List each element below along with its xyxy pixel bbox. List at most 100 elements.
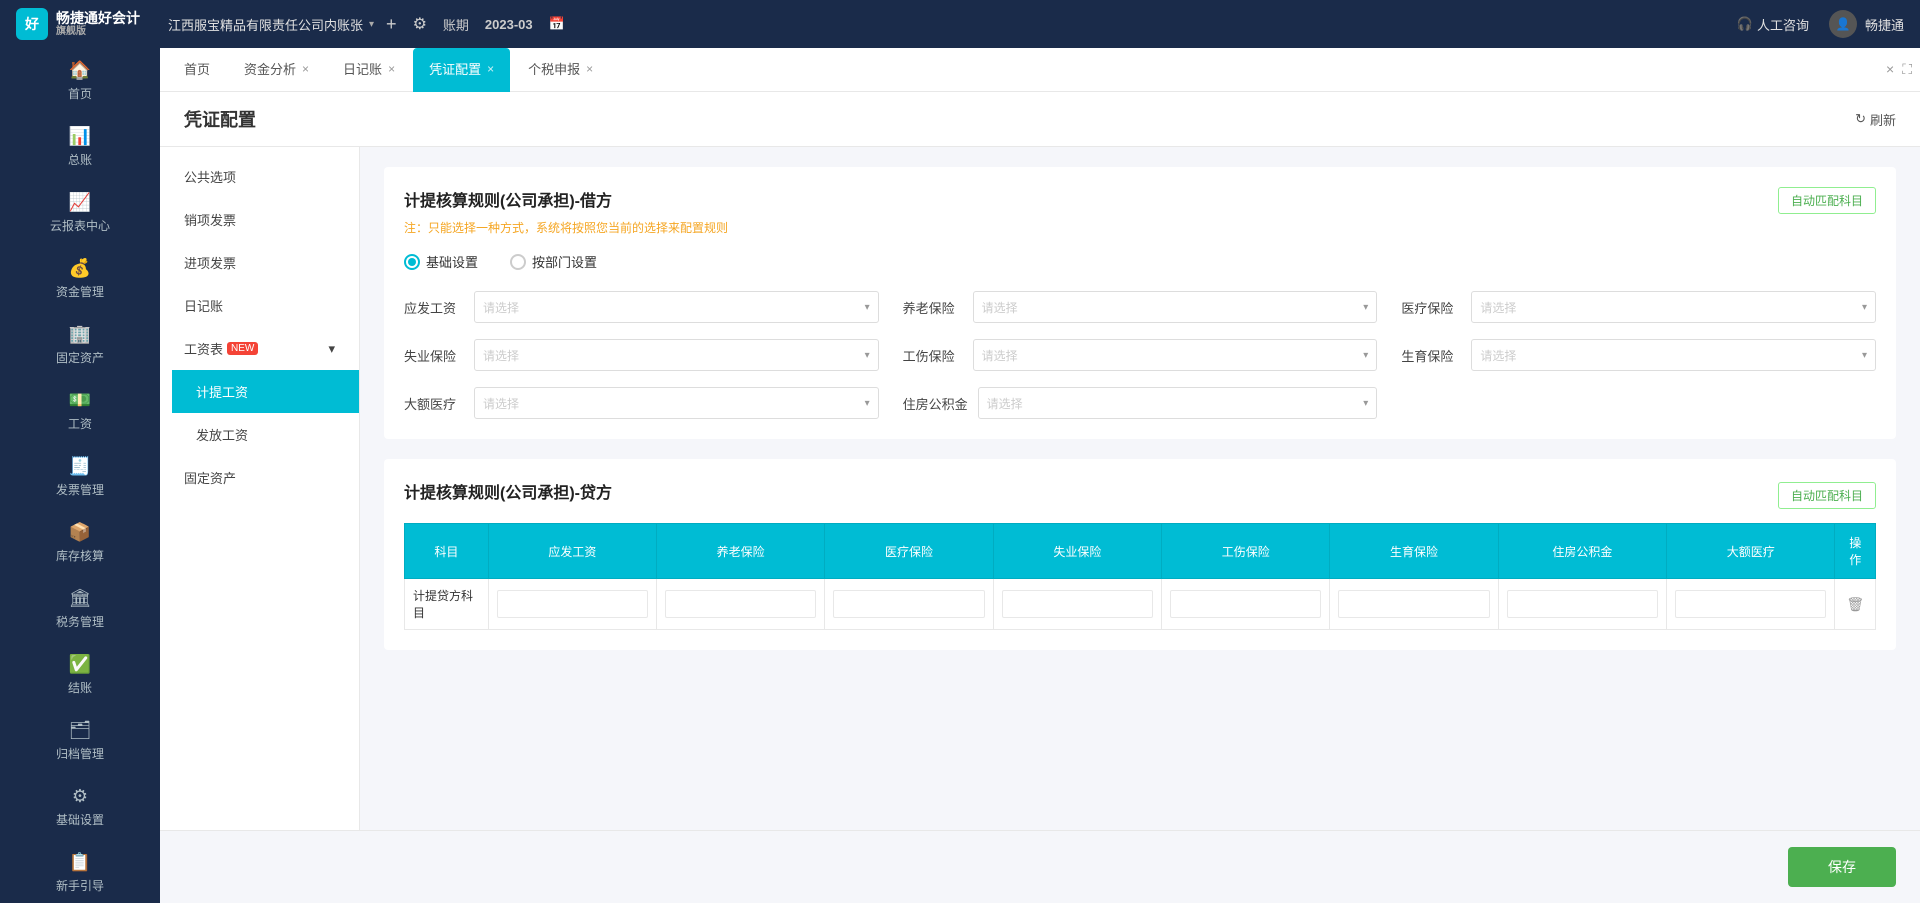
cell-daeyiliao — [1667, 579, 1835, 630]
form-select-daeyiliao[interactable]: 请选择 ▾ — [474, 387, 879, 419]
sub-sidebar-sales-invoice[interactable]: 销项发票 — [160, 198, 359, 241]
sub-sidebar-pay-salary[interactable]: 发放工资 — [172, 413, 359, 456]
sub-sidebar-salary-table[interactable]: 工资表 NEW ▾ — [160, 327, 359, 370]
close-all-icon[interactable]: × — [1886, 61, 1894, 78]
form-select-shengyu-placeholder: 请选择 — [1480, 347, 1516, 364]
sidebar-item-home[interactable]: 🏠 首页 — [0, 48, 160, 114]
sidebar-item-invoice[interactable]: 🧾 发票管理 — [0, 444, 160, 510]
sidebar-item-inventory[interactable]: 📦 库存核算 — [0, 510, 160, 576]
th-zhufang: 住房公积金 — [1498, 524, 1666, 579]
select-arrow-daeyiliao: ▾ — [865, 398, 870, 409]
input-gongshang[interactable] — [1170, 590, 1321, 618]
form-label-yingfa: 应发工资 — [404, 298, 464, 317]
cell-shengyu — [1330, 579, 1498, 630]
tab-capital-close[interactable]: × — [302, 62, 309, 76]
tab-tax[interactable]: 个税申报 × — [512, 48, 609, 92]
tab-capital[interactable]: 资金分析 × — [228, 48, 325, 92]
input-shengyu[interactable] — [1338, 590, 1489, 618]
form-select-yanglao[interactable]: 请选择 ▾ — [973, 291, 1378, 323]
main-layout: 🏠 首页 📊 总账 📈 云报表中心 💰 资金管理 🏢 固定资产 💵 工资 🧾 发… — [0, 48, 1920, 903]
th-yingfa: 应发工资 — [488, 524, 656, 579]
sidebar-item-reports[interactable]: 📈 云报表中心 — [0, 180, 160, 246]
sub-sidebar-salary-children: 计提工资 发放工资 — [160, 370, 359, 456]
form-select-shengyu[interactable]: 请选择 ▾ — [1471, 339, 1876, 371]
tab-bar: 首页 资金分析 × 日记账 × 凭证配置 × 个税申报 × × ⛶ — [160, 48, 1920, 92]
input-yiliao[interactable] — [833, 590, 984, 618]
delete-row-button[interactable]: 🗑 — [1846, 596, 1864, 612]
sidebar-label-archive: 归档管理 — [56, 745, 104, 762]
form-select-shiye[interactable]: 请选择 ▾ — [474, 339, 879, 371]
form-label-shengyu: 生育保险 — [1401, 346, 1461, 365]
th-action: 操作 — [1835, 524, 1876, 579]
cell-shiye — [993, 579, 1161, 630]
sidebar-item-capital[interactable]: 💰 资金管理 — [0, 246, 160, 312]
refresh-icon: ↻ — [1855, 111, 1866, 127]
sidebar-item-ledger[interactable]: 📊 总账 — [0, 114, 160, 180]
radio-by-dept-label: 按部门设置 — [532, 252, 597, 271]
debit-section: 计提核算规则(公司承担)-借方 注：只能选择一种方式，系统将按照您当前的选择来配… — [384, 167, 1896, 439]
user-area[interactable]: 👤 畅捷通 — [1829, 10, 1904, 38]
calendar-icon[interactable]: 📅 — [549, 16, 565, 32]
th-shengyu: 生育保险 — [1330, 524, 1498, 579]
tab-home[interactable]: 首页 — [168, 48, 226, 92]
tab-journal[interactable]: 日记账 × — [327, 48, 411, 92]
headset-icon: 🎧 — [1737, 16, 1753, 32]
main-panel: 计提核算规则(公司承担)-借方 注：只能选择一种方式，系统将按照您当前的选择来配… — [360, 147, 1920, 830]
assets-icon: 🏢 — [69, 324, 91, 345]
input-zhufang[interactable] — [1507, 590, 1658, 618]
sub-sidebar-advance-salary[interactable]: 计提工资 — [172, 370, 359, 413]
invoice-icon: 🧾 — [69, 456, 91, 477]
add-icon[interactable]: + — [386, 14, 397, 35]
sidebar-item-settings[interactable]: ⚙ 基础设置 — [0, 774, 160, 840]
form-select-yingfa[interactable]: 请选择 ▾ — [474, 291, 879, 323]
radio-by-dept[interactable]: 按部门设置 — [510, 252, 597, 271]
form-select-yiliao[interactable]: 请选择 ▾ — [1471, 291, 1876, 323]
form-item-yanglao: 养老保险 请选择 ▾ — [903, 291, 1378, 323]
credit-auto-match-button[interactable]: 自动匹配科目 — [1778, 482, 1876, 509]
tab-capital-label: 资金分析 — [244, 59, 296, 78]
debit-section-titles: 计提核算规则(公司承担)-借方 注：只能选择一种方式，系统将按照您当前的选择来配… — [404, 187, 728, 252]
credit-section-title: 计提核算规则(公司承担)-贷方 — [404, 479, 612, 503]
sidebar-label-home: 首页 — [68, 85, 92, 102]
settings-icon[interactable]: ⚙ — [413, 14, 427, 34]
debit-auto-match-button[interactable]: 自动匹配科目 — [1778, 187, 1876, 214]
tab-journal-close[interactable]: × — [388, 62, 395, 76]
form-select-zhufang[interactable]: 请选择 ▾ — [978, 387, 1378, 419]
sidebar-item-tax[interactable]: 🏛 税务管理 — [0, 576, 160, 642]
save-button[interactable]: 保存 — [1788, 847, 1896, 887]
sub-sidebar-public[interactable]: 公共选项 — [160, 155, 359, 198]
sub-sidebar-purchase-invoice[interactable]: 进项发票 — [160, 241, 359, 284]
sidebar-label-assets: 固定资产 — [56, 349, 104, 366]
tab-voucher[interactable]: 凭证配置 × — [413, 48, 510, 92]
tab-voucher-close[interactable]: × — [487, 62, 494, 76]
input-yingfa[interactable] — [497, 590, 648, 618]
form-select-gongshang[interactable]: 请选择 ▾ — [973, 339, 1378, 371]
sub-sidebar-public-label: 公共选项 — [184, 170, 236, 185]
form-label-yiliao: 医疗保险 — [1401, 298, 1461, 317]
sub-sidebar: 公共选项 销项发票 进项发票 日记账 工资表 NEW ▾ — [160, 147, 360, 830]
service-button[interactable]: 🎧 人工咨询 — [1737, 15, 1809, 34]
tab-home-label: 首页 — [184, 59, 210, 78]
sidebar-item-salary[interactable]: 💵 工资 — [0, 378, 160, 444]
tab-journal-label: 日记账 — [343, 59, 382, 78]
fullscreen-icon[interactable]: ⛶ — [1902, 61, 1912, 78]
sub-sidebar-salary-table-label: 工资表 — [184, 339, 223, 358]
top-bar-actions: + ⚙ 账期 2023-03 📅 — [386, 14, 565, 35]
sidebar-item-assets[interactable]: 🏢 固定资产 — [0, 312, 160, 378]
refresh-button[interactable]: ↻ 刷新 — [1855, 110, 1896, 129]
sub-sidebar-fixed-assets[interactable]: 固定资产 — [160, 456, 359, 499]
radio-basic[interactable]: 基础设置 — [404, 252, 478, 271]
cell-gongshang — [1162, 579, 1330, 630]
input-shiye[interactable] — [1002, 590, 1153, 618]
sidebar-item-checkout[interactable]: ✅ 结账 — [0, 642, 160, 708]
cell-action: 🗑 — [1835, 579, 1876, 630]
period-value: 2023-03 — [485, 17, 533, 32]
sidebar-item-guide[interactable]: 📋 新手引导 — [0, 840, 160, 903]
tab-tax-close[interactable]: × — [586, 62, 593, 76]
sub-sidebar-journal[interactable]: 日记账 — [160, 284, 359, 327]
sidebar-item-archive[interactable]: 🗂 归档管理 — [0, 708, 160, 774]
input-yanglao[interactable] — [665, 590, 816, 618]
company-selector[interactable]: 江西服宝精品有限责任公司内账张 ▾ — [168, 15, 374, 34]
input-daeyiliao[interactable] — [1675, 590, 1826, 618]
new-badge: NEW — [227, 342, 258, 355]
